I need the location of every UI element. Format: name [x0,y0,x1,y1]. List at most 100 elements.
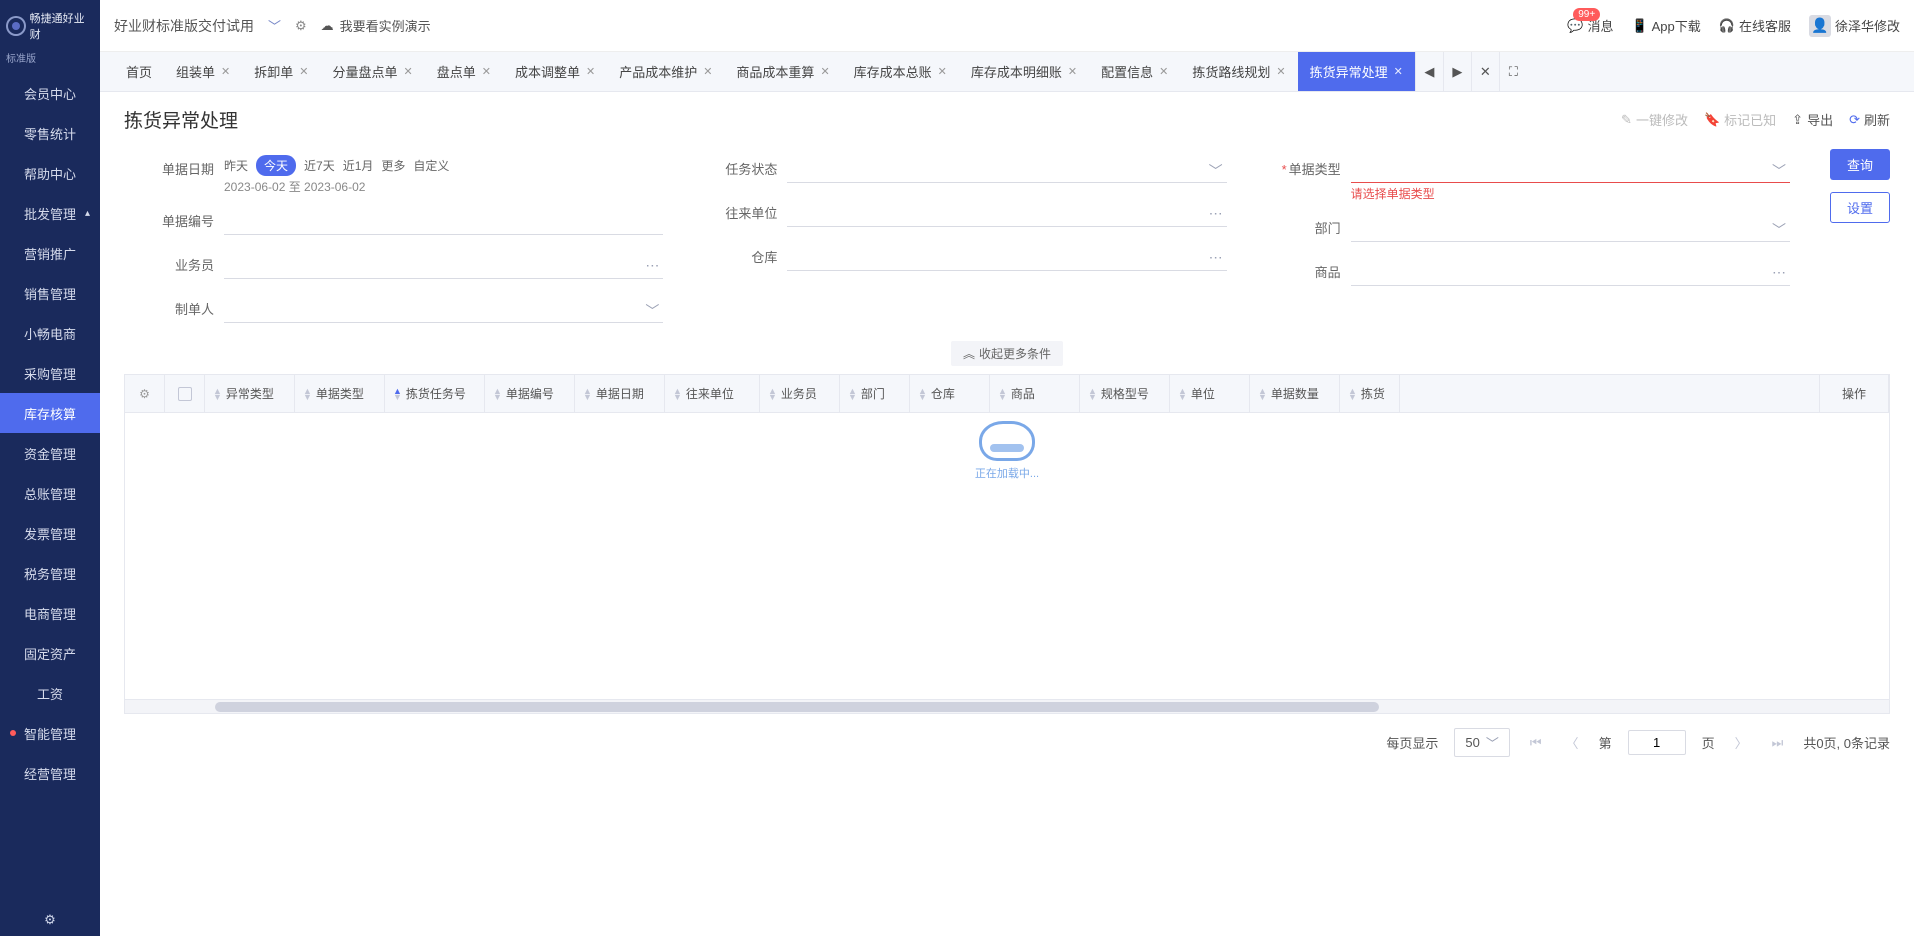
sidebar-item-marketing[interactable]: 营销推广 [0,233,100,273]
export-button[interactable]: ⇪导出 [1792,110,1833,129]
page-input[interactable] [1628,730,1686,755]
date-more[interactable]: 更多 [381,157,405,174]
chevron-down-icon[interactable]: ﹀ [1772,220,1786,240]
sidebar-item-invoice[interactable]: 发票管理 [0,513,100,553]
table-col-header[interactable]: ▲▼单据类型 [295,375,385,412]
table-col-header[interactable]: ▲▼业务员 [760,375,840,412]
tab[interactable]: 拣货异常处理✕ [1298,52,1415,91]
more-icon[interactable]: ⋯ [1209,249,1223,266]
table-col-header[interactable]: ▲▼商品 [990,375,1080,412]
sidebar-item-ops[interactable]: 经营管理 [0,753,100,793]
doc-type-select[interactable] [1351,155,1790,183]
table-col-header[interactable]: ▲▼单据日期 [575,375,665,412]
sort-icon[interactable]: ▲▼ [918,388,927,400]
close-icon[interactable]: ✕ [586,65,595,78]
close-icon[interactable]: ✕ [404,65,413,78]
close-icon[interactable]: ✕ [820,65,829,78]
close-icon[interactable]: ✕ [299,65,308,78]
collapse-filters-button[interactable]: ︽收起更多条件 [951,341,1063,366]
table-col-header[interactable]: ▲▼单据数量 [1250,375,1340,412]
messages-button[interactable]: 99+ 💬 消息 [1567,16,1613,35]
sort-icon[interactable]: ▲▼ [768,388,777,400]
demo-link[interactable]: ☁ 我要看实例演示 [321,16,431,35]
sidebar-item-wholesale[interactable]: 批发管理▴ [0,193,100,233]
sidebar-item-funds[interactable]: 资金管理 [0,433,100,473]
sort-icon[interactable]: ▲▼ [213,388,222,400]
sort-icon[interactable]: ▲▼ [1088,388,1097,400]
sort-icon[interactable]: ▲▼ [848,388,857,400]
first-page-button[interactable]: ⏮ [1526,735,1546,751]
tab[interactable]: 分量盘点单✕ [320,52,424,91]
table-col-header[interactable]: ▲▼异常类型 [205,375,295,412]
scrollbar-thumb[interactable] [215,702,1379,712]
prev-page-button[interactable]: 〈 [1562,733,1583,752]
last-page-button[interactable]: ⏭ [1768,735,1788,751]
table-col-header[interactable]: ▲▼往来单位 [665,375,760,412]
sidebar-item-sales[interactable]: 销售管理 [0,273,100,313]
sort-icon[interactable]: ▲▼ [673,388,682,400]
date-custom[interactable]: 自定义 [413,157,449,174]
date-yesterday[interactable]: 昨天 [224,157,248,174]
chevron-down-icon[interactable]: ﹀ [645,301,659,321]
sidebar-item-purchase[interactable]: 采购管理 [0,353,100,393]
user-menu[interactable]: 👤 徐泽华修改 [1809,15,1900,37]
creator-select[interactable] [224,295,663,323]
tab[interactable]: 产品成本维护✕ [607,52,724,91]
tab[interactable]: 配置信息✕ [1089,52,1180,91]
tab[interactable]: 库存成本明细账✕ [959,52,1089,91]
sort-icon[interactable]: ▲▼ [303,388,312,400]
table-col-header[interactable]: ▲▼拣货任务号 [385,375,485,412]
close-icon[interactable]: ✕ [1159,65,1168,78]
sidebar-item-member[interactable]: 会员中心 [0,73,100,113]
sidebar-item-tax[interactable]: 税务管理 [0,553,100,593]
sidebar-item-ecom[interactable]: 小畅电商 [0,313,100,353]
sort-icon[interactable]: ▲▼ [393,388,402,400]
sidebar-item-payroll[interactable]: 工资 [0,673,100,713]
refresh-button[interactable]: ⟳刷新 [1849,110,1890,129]
topbar-title[interactable]: 好业财标准版交付试用 [114,16,254,36]
mark-known-button[interactable]: 🔖标记已知 [1704,110,1776,129]
date-last7[interactable]: 近7天 [304,157,335,174]
tab-scroll-right[interactable]: ▶ [1443,52,1471,91]
sort-icon[interactable]: ▲▼ [1258,388,1267,400]
table-settings-icon[interactable]: ⚙ [125,375,165,412]
tab[interactable]: 首页 [114,52,164,91]
close-icon[interactable]: ✕ [938,65,947,78]
gear-icon[interactable]: ⚙ [295,18,307,34]
one-click-edit-button[interactable]: ✎一键修改 [1621,110,1688,129]
more-icon[interactable]: ⋯ [1772,264,1786,281]
tab[interactable]: 盘点单✕ [425,52,503,91]
close-icon[interactable]: ✕ [221,65,230,78]
tab-scroll-left[interactable]: ◀ [1415,52,1443,91]
tab[interactable]: 库存成本总账✕ [842,52,959,91]
fullscreen-button[interactable]: ⛶ [1499,52,1527,91]
product-select[interactable] [1351,258,1790,286]
sidebar-item-gl[interactable]: 总账管理 [0,473,100,513]
table-col-header[interactable]: ▲▼仓库 [910,375,990,412]
support-button[interactable]: 🎧 在线客服 [1719,16,1791,35]
warehouse-select[interactable] [787,243,1226,271]
sidebar-item-retail[interactable]: 零售统计 [0,113,100,153]
select-all-checkbox[interactable] [178,387,192,401]
table-col-header[interactable]: ▲▼拣货 [1340,375,1400,412]
date-last1m[interactable]: 近1月 [343,157,374,174]
chevron-down-icon[interactable]: ﹀ [268,16,281,35]
sidebar-item-ai[interactable]: 智能管理 [0,713,100,753]
chevron-down-icon[interactable]: ﹀ [1772,161,1786,181]
page-size-select[interactable]: 50﹀ [1454,728,1509,757]
chevron-down-icon[interactable]: ﹀ [1209,161,1223,181]
table-col-header[interactable]: ▲▼单位 [1170,375,1250,412]
sort-icon[interactable]: ▲▼ [1178,388,1187,400]
close-icon[interactable]: ✕ [703,65,712,78]
app-download-button[interactable]: 📱 App下载 [1631,16,1700,35]
sort-icon[interactable]: ▲▼ [998,388,1007,400]
table-col-header[interactable]: ▲▼规格型号 [1080,375,1170,412]
table-col-header[interactable]: ▲▼部门 [840,375,910,412]
table-col-header[interactable]: ▲▼单据编号 [485,375,575,412]
sort-icon[interactable]: ▲▼ [583,388,592,400]
settings-button[interactable]: 设置 [1830,192,1890,223]
horizontal-scrollbar[interactable] [125,699,1889,713]
dept-select[interactable] [1351,214,1790,242]
salesman-select[interactable] [224,251,663,279]
sort-icon[interactable]: ▲▼ [1348,388,1357,400]
